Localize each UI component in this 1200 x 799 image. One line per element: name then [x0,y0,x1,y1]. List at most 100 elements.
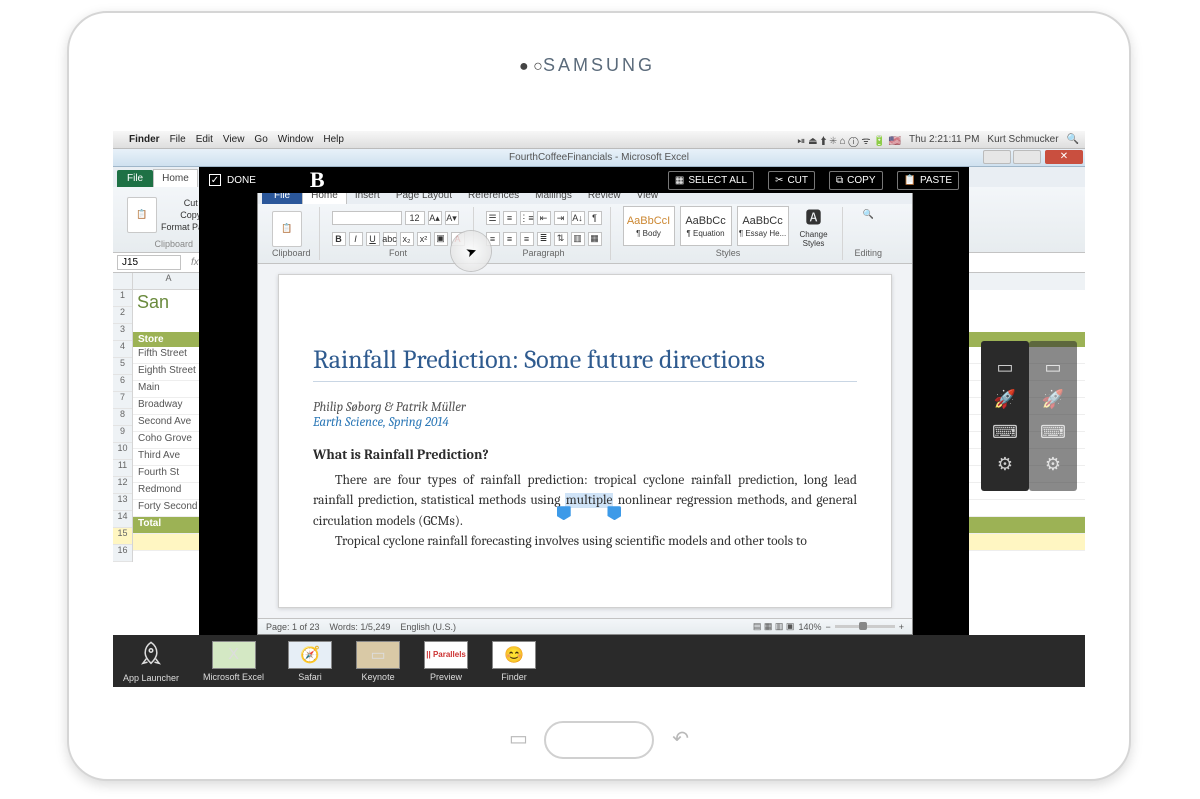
status-page[interactable]: Page: 1 of 23 [266,622,320,632]
excel-title-text: FourthCoffeeFinancials - Microsoft Excel [509,152,689,163]
clipboard-icon: 📋 [904,175,916,186]
zoom-value[interactable]: 140% [798,622,821,632]
mac-menubar: Finder File Edit View Go Window Help ⏯ ⏏… [113,131,1085,149]
bullets-button[interactable]: ☰ [486,211,500,225]
bold-icon[interactable]: B [310,167,325,193]
mac-menu-go[interactable]: Go [254,134,267,145]
word-document-area[interactable]: Rainfall Prediction: Some future directi… [258,264,912,618]
font-family-dropdown[interactable] [332,211,402,225]
numbering-button[interactable]: ≡ [503,211,517,225]
done-button[interactable]: ✓ DONE [209,174,256,186]
excel-file-tab[interactable]: File [117,170,153,187]
mac-menu-window[interactable]: Window [278,134,314,145]
paste-button[interactable]: 📋PASTE [897,171,960,190]
mac-clock[interactable]: Thu 2:21:11 PM [909,134,979,145]
select-all-button[interactable]: ▦SELECT ALL [668,171,754,190]
borders-button[interactable]: ▦ [588,232,602,246]
windows-icon[interactable]: ▭ [996,357,1013,378]
shading-button[interactable]: ▥ [571,232,585,246]
gear-icon[interactable]: ⚙ [997,454,1013,475]
subscript-button[interactable]: x₂ [400,232,414,246]
status-words[interactable]: Words: 1/5,249 [330,622,391,632]
parallels-dock: App Launcher XMicrosoft Excel 🧭Safari ▭K… [113,635,1085,687]
windows-icon[interactable]: ▭ [1044,357,1061,378]
tablet-frame: ● ○ SAMSUNG Finder File Edit View Go Win… [67,11,1131,781]
body-paragraph-1[interactable]: There are four types of rainfall predict… [313,471,857,532]
italic-button[interactable]: I [349,232,363,246]
word-ribbon: 📋 Clipboard 12 A▴ A▾ B I U abc [258,204,912,264]
style-essay-heading[interactable]: AaBbCc¶ Essay He... [737,206,789,246]
style-equation[interactable]: AaBbCc¶ Equation [680,206,732,246]
dock-safari[interactable]: 🧭Safari [288,641,332,682]
change-styles-button[interactable]: Change Styles [794,230,834,248]
word-window: Rainfall term paper - Microsoft Word Fil… [257,167,913,635]
dock-excel[interactable]: XMicrosoft Excel [203,641,264,682]
highlight-button[interactable]: ▣ [434,232,448,246]
excel-titlebar: FourthCoffeeFinancials - Microsoft Excel… [113,149,1085,167]
excel-maximize-button[interactable] [1013,150,1041,164]
indent-dec-button[interactable]: ⇤ [537,211,551,225]
align-right-button[interactable]: ≡ [520,232,534,246]
excel-minimize-button[interactable] [983,150,1011,164]
view-icons[interactable]: ▤ ▦ ▥ ▣ [753,621,795,632]
shrink-font-icon[interactable]: A▾ [445,211,459,225]
superscript-button[interactable]: x² [417,232,431,246]
rocket-icon[interactable]: 🚀 [1042,389,1064,410]
multilevel-button[interactable]: ⋮≡ [520,211,534,225]
mac-app-name[interactable]: Finder [129,134,160,145]
excel-paste-button[interactable]: 📋 [127,197,157,233]
show-marks-button[interactable]: ¶ [588,211,602,225]
mac-menu-edit[interactable]: Edit [196,134,213,145]
grow-font-icon[interactable]: A▴ [428,211,442,225]
dock-finder[interactable]: 😊Finder [492,641,536,682]
spotlight-icon[interactable]: 🔍 [1067,134,1079,145]
mac-menu-view[interactable]: View [223,134,245,145]
black-strip-left [199,167,259,635]
word-status-bar: Page: 1 of 23 Words: 1/5,249 English (U.… [258,618,912,634]
doc-course: Earth Science, Spring 2014 [313,415,857,430]
select-all-icon: ▦ [675,175,684,186]
indent-inc-button[interactable]: ⇥ [554,211,568,225]
find-button[interactable]: 🔍 [863,209,874,220]
parallels-action-bar: ✓ DONE B ▦SELECT ALL ✂CUT ⧉COPY 📋PASTE [199,167,969,193]
line-spacing-button[interactable]: ⇅ [554,232,568,246]
copy-icon: ⧉ [836,175,843,186]
android-home-button[interactable] [544,721,654,759]
android-recent-button[interactable]: ▭ [509,726,528,751]
underline-button[interactable]: U [366,232,380,246]
mac-menu-file[interactable]: File [170,134,186,145]
rocket-icon[interactable]: 🚀 [994,389,1016,410]
gear-icon[interactable]: ⚙ [1045,454,1061,475]
justify-button[interactable]: ≣ [537,232,551,246]
style-body[interactable]: AaBbCcI¶ Body [623,206,675,246]
bold-button[interactable]: B [332,232,346,246]
font-size-dropdown[interactable]: 12 [405,211,425,225]
body-paragraph-2[interactable]: Tropical cyclone rainfall forecasting in… [313,532,857,552]
excel-tab-home[interactable]: Home [153,169,198,187]
keyboard-icon[interactable]: ⌨ [992,422,1018,443]
device-brand: SAMSUNG [69,55,1129,76]
menubar-icons[interactable]: ⏯ ⏏ ⬆ ✳ ⌂ ⓘ ᯤ 🔋 🇺🇸 [797,133,901,147]
copy-button[interactable]: ⧉COPY [829,171,882,190]
dock-preview[interactable]: || ParallelsPreview [424,641,468,682]
align-center-button[interactable]: ≡ [503,232,517,246]
zoom-out-button[interactable]: − [825,622,830,632]
keyboard-icon[interactable]: ⌨ [1040,422,1066,443]
zoom-in-button[interactable]: + [899,622,904,632]
strike-button[interactable]: abc [383,232,397,246]
android-back-button[interactable]: ↶ [672,726,689,751]
zoom-slider[interactable] [835,625,895,628]
section-heading: What is Rainfall Prediction? [313,446,857,463]
mac-user[interactable]: Kurt Schmucker [987,134,1058,145]
fx-icon[interactable]: fx [191,257,199,268]
cut-button[interactable]: ✂CUT [768,171,815,190]
name-box[interactable]: J15 [117,255,181,270]
mac-menu-help[interactable]: Help [323,134,344,145]
selected-word[interactable]: multiple [565,493,614,508]
dock-keynote[interactable]: ▭Keynote [356,641,400,682]
sort-button[interactable]: A↓ [571,211,585,225]
excel-close-button[interactable]: ✕ [1045,150,1083,164]
app-launcher[interactable]: App Launcher [123,640,179,683]
status-lang[interactable]: English (U.S.) [400,622,456,632]
word-paste-button[interactable]: 📋 [272,211,302,247]
